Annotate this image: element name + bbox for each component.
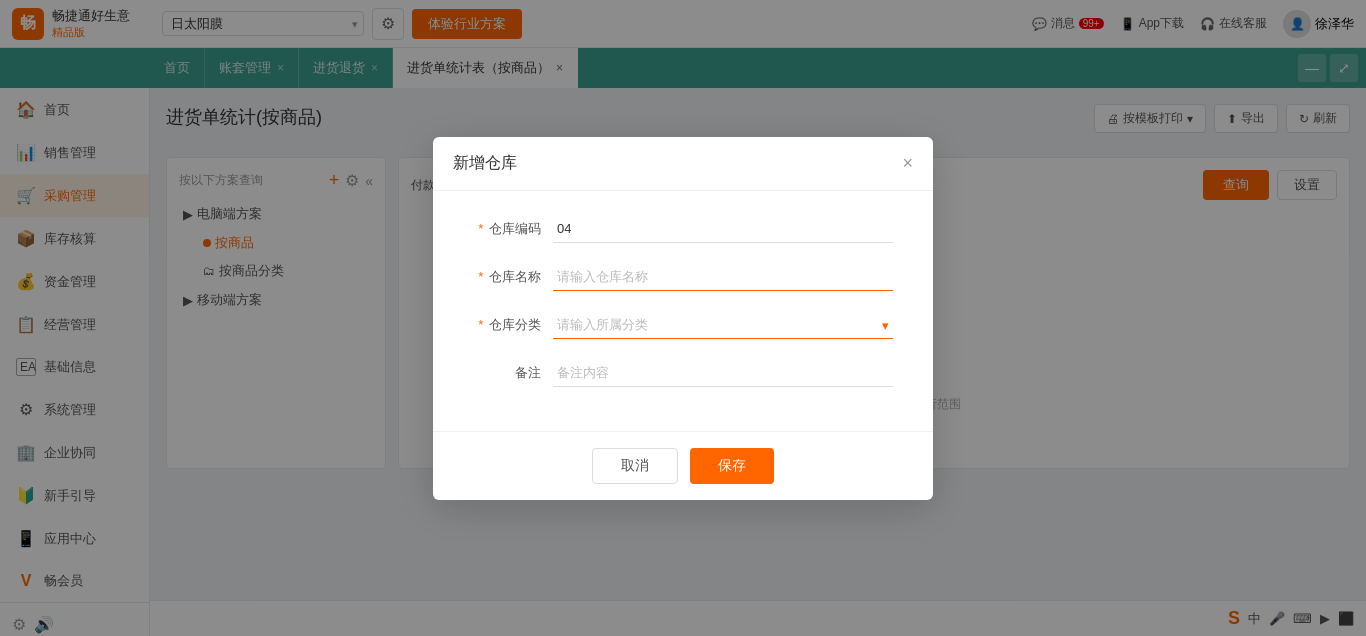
modal-title: 新增仓库 [453, 153, 517, 174]
category-select[interactable]: 请输入所属分类 [553, 311, 893, 339]
remark-label: 备注 [473, 364, 553, 382]
cancel-btn[interactable]: 取消 [592, 448, 678, 484]
save-btn[interactable]: 保存 [690, 448, 774, 484]
code-label: * 仓库编码 [473, 220, 553, 238]
remark-input[interactable] [553, 359, 893, 387]
name-input[interactable] [553, 263, 893, 291]
modal-footer: 取消 保存 [433, 431, 933, 500]
form-row-code: * 仓库编码 [473, 215, 893, 243]
modal-close-btn[interactable]: × [902, 154, 913, 172]
modal-overlay: 新增仓库 × * 仓库编码 * 仓库名称 [0, 0, 1366, 636]
new-warehouse-modal: 新增仓库 × * 仓库编码 * 仓库名称 [433, 137, 933, 500]
form-row-remark: 备注 [473, 359, 893, 387]
modal-body: * 仓库编码 * 仓库名称 * 仓库分类 [433, 191, 933, 431]
form-row-name: * 仓库名称 [473, 263, 893, 291]
form-row-category: * 仓库分类 请输入所属分类 [473, 311, 893, 339]
modal-header: 新增仓库 × [433, 137, 933, 191]
category-select-wrap[interactable]: 请输入所属分类 [553, 311, 893, 339]
name-label: * 仓库名称 [473, 268, 553, 286]
category-label: * 仓库分类 [473, 316, 553, 334]
code-input[interactable] [553, 215, 893, 243]
